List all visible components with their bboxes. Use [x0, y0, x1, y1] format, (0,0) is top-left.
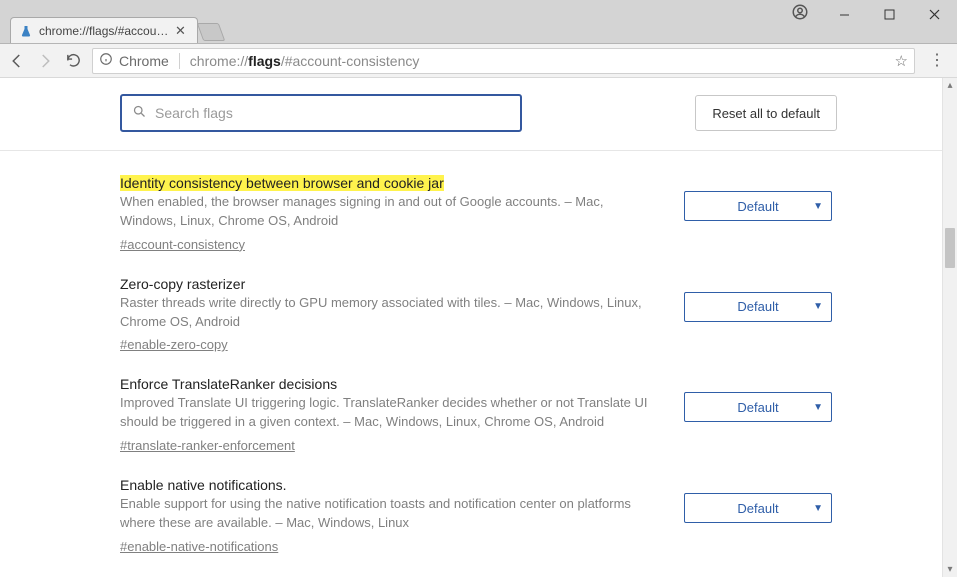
- bookmark-star-icon[interactable]: ☆: [895, 52, 908, 70]
- window-close-button[interactable]: [912, 0, 957, 28]
- flag-row: Enforce TranslateRanker decisions Improve…: [120, 352, 837, 453]
- scrollbar-thumb[interactable]: [945, 228, 955, 268]
- flag-title: Enable native notifications.: [120, 477, 287, 493]
- browser-menu-button[interactable]: ⋮: [925, 53, 949, 69]
- flag-select-value: Default: [695, 199, 821, 214]
- flag-select-value: Default: [695, 501, 821, 516]
- address-bar[interactable]: Chrome chrome://flags/#account-consisten…: [92, 48, 915, 74]
- origin-separator: [179, 53, 180, 69]
- flag-description: Raster threads write directly to GPU mem…: [120, 294, 660, 332]
- flag-body: Zero-copy rasterizer Raster threads write…: [120, 276, 660, 353]
- flag-title: Identity consistency between browser and…: [120, 175, 444, 191]
- search-icon: [132, 104, 147, 122]
- flags-list: Identity consistency between browser and…: [0, 151, 957, 554]
- flag-anchor-link[interactable]: #account-consistency: [120, 237, 245, 252]
- flag-description: Improved Translate UI triggering logic. …: [120, 394, 660, 432]
- flag-anchor-link[interactable]: #enable-native-notifications: [120, 539, 278, 554]
- info-icon: [99, 52, 113, 69]
- search-flags-input[interactable]: [155, 105, 510, 121]
- browser-toolbar: Chrome chrome://flags/#account-consisten…: [0, 44, 957, 78]
- window-titlebar: chrome://flags/#account- ✕: [0, 0, 957, 44]
- flag-control: Default▼: [684, 175, 832, 221]
- flag-anchor-link[interactable]: #translate-ranker-enforcement: [120, 438, 295, 453]
- flag-select[interactable]: Default▼: [684, 191, 832, 221]
- flag-row: Enable native notifications. Enable suppo…: [120, 453, 837, 554]
- chevron-down-icon: ▼: [813, 301, 823, 312]
- tab-title: chrome://flags/#account-: [39, 24, 169, 38]
- scrollbar[interactable]: ▴ ▾: [942, 78, 957, 577]
- window-minimize-button[interactable]: [822, 0, 867, 28]
- origin-label: Chrome: [119, 53, 169, 69]
- flag-select-value: Default: [695, 299, 821, 314]
- chevron-down-icon: ▼: [813, 503, 823, 514]
- reset-all-button[interactable]: Reset all to default: [695, 95, 837, 131]
- flag-body: Enforce TranslateRanker decisions Improve…: [120, 376, 660, 453]
- flag-select[interactable]: Default▼: [684, 292, 832, 322]
- reload-button[interactable]: [64, 52, 82, 70]
- chevron-down-icon: ▼: [813, 201, 823, 212]
- page-viewport: Reset all to default Identity consistenc…: [0, 78, 957, 577]
- window-maximize-button[interactable]: [867, 0, 912, 28]
- flag-control: Default▼: [684, 276, 832, 322]
- flag-select-value: Default: [695, 400, 821, 415]
- reset-all-label: Reset all to default: [712, 106, 820, 121]
- back-button[interactable]: [8, 52, 26, 70]
- forward-button[interactable]: [36, 52, 54, 70]
- flag-row: Identity consistency between browser and…: [120, 151, 837, 252]
- scroll-down-button[interactable]: ▾: [943, 562, 957, 577]
- flag-title: Zero-copy rasterizer: [120, 276, 245, 292]
- browser-tab[interactable]: chrome://flags/#account- ✕: [10, 17, 198, 43]
- url-text: chrome://flags/#account-consistency: [190, 53, 889, 69]
- flag-select[interactable]: Default▼: [684, 493, 832, 523]
- flag-row: Zero-copy rasterizer Raster threads write…: [120, 252, 837, 353]
- flag-body: Enable native notifications. Enable suppo…: [120, 477, 660, 554]
- flag-body: Identity consistency between browser and…: [120, 175, 660, 252]
- flag-control: Default▼: [684, 376, 832, 422]
- new-tab-button[interactable]: [197, 23, 226, 41]
- search-flags-box[interactable]: [120, 94, 522, 132]
- flag-select[interactable]: Default▼: [684, 392, 832, 422]
- scroll-up-button[interactable]: ▴: [943, 78, 957, 93]
- flag-anchor-link[interactable]: #enable-zero-copy: [120, 337, 228, 352]
- flag-control: Default▼: [684, 477, 832, 523]
- chevron-down-icon: ▼: [813, 402, 823, 413]
- profile-icon[interactable]: [777, 3, 822, 26]
- flask-icon: [19, 24, 33, 38]
- flag-description: When enabled, the browser manages signin…: [120, 193, 660, 231]
- close-tab-icon[interactable]: ✕: [175, 23, 186, 39]
- flag-title: Enforce TranslateRanker decisions: [120, 376, 337, 392]
- flags-header-row: Reset all to default: [0, 78, 957, 151]
- flag-description: Enable support for using the native noti…: [120, 495, 660, 533]
